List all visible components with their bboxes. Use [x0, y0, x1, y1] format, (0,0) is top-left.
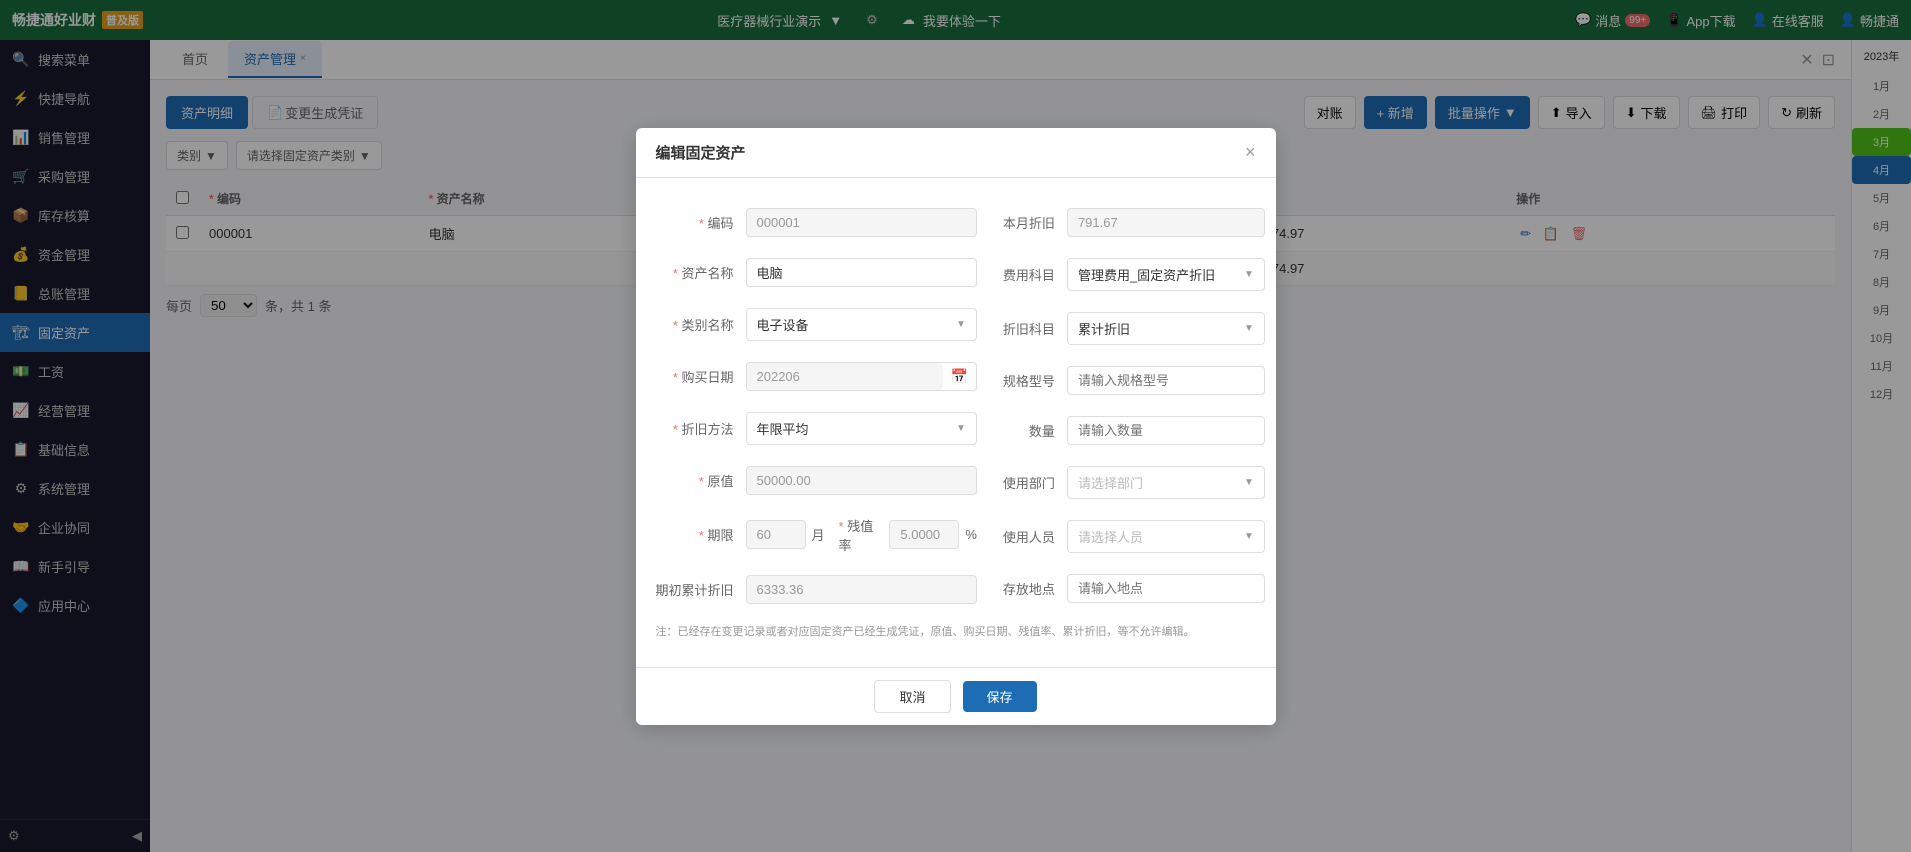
calendar-icon: 📅 — [943, 368, 976, 385]
depreciation-method-select[interactable]: 年限平均 ▼ — [746, 412, 977, 445]
edit-asset-modal: 编辑固定资产 × * 编码 * 资产名称 — [636, 128, 1276, 725]
modal-title: 编辑固定资产 — [656, 142, 746, 163]
original-value-input[interactable] — [746, 466, 977, 495]
quantity-input[interactable] — [1067, 416, 1265, 445]
purchase-date-input[interactable] — [747, 363, 943, 390]
storage-input[interactable] — [1067, 574, 1265, 603]
asset-name-input[interactable] — [746, 258, 977, 287]
period-input[interactable] — [746, 520, 806, 549]
initial-accumulated-input[interactable] — [746, 575, 977, 604]
residual-rate-input[interactable] — [889, 520, 959, 549]
modal-close-btn[interactable]: × — [1245, 142, 1256, 163]
use-department-select[interactable]: 请选择部门 ▼ — [1067, 466, 1265, 499]
category-select[interactable]: 电子设备 ▼ — [746, 308, 977, 341]
modal-note: 注：已经存在变更记录或者对应固定资产已经生成凭证，原值、购买日期、残值率、累计折… — [656, 615, 1256, 647]
monthly-depreciation-input — [1067, 208, 1265, 237]
expense-subject-select[interactable]: 管理费用_固定资产折旧 ▼ — [1067, 258, 1265, 291]
residual-rate-label: * 残值率 — [839, 516, 884, 554]
depreciation-subject-select[interactable]: 累计折旧 ▼ — [1067, 312, 1265, 345]
save-btn[interactable]: 保存 — [963, 681, 1037, 712]
modal-overlay: 编辑固定资产 × * 编码 * 资产名称 — [0, 0, 1911, 852]
spec-model-input[interactable] — [1067, 366, 1265, 395]
code-input[interactable] — [746, 208, 977, 237]
use-person-select[interactable]: 请选择人员 ▼ — [1067, 520, 1265, 553]
cancel-btn[interactable]: 取消 — [874, 680, 950, 713]
